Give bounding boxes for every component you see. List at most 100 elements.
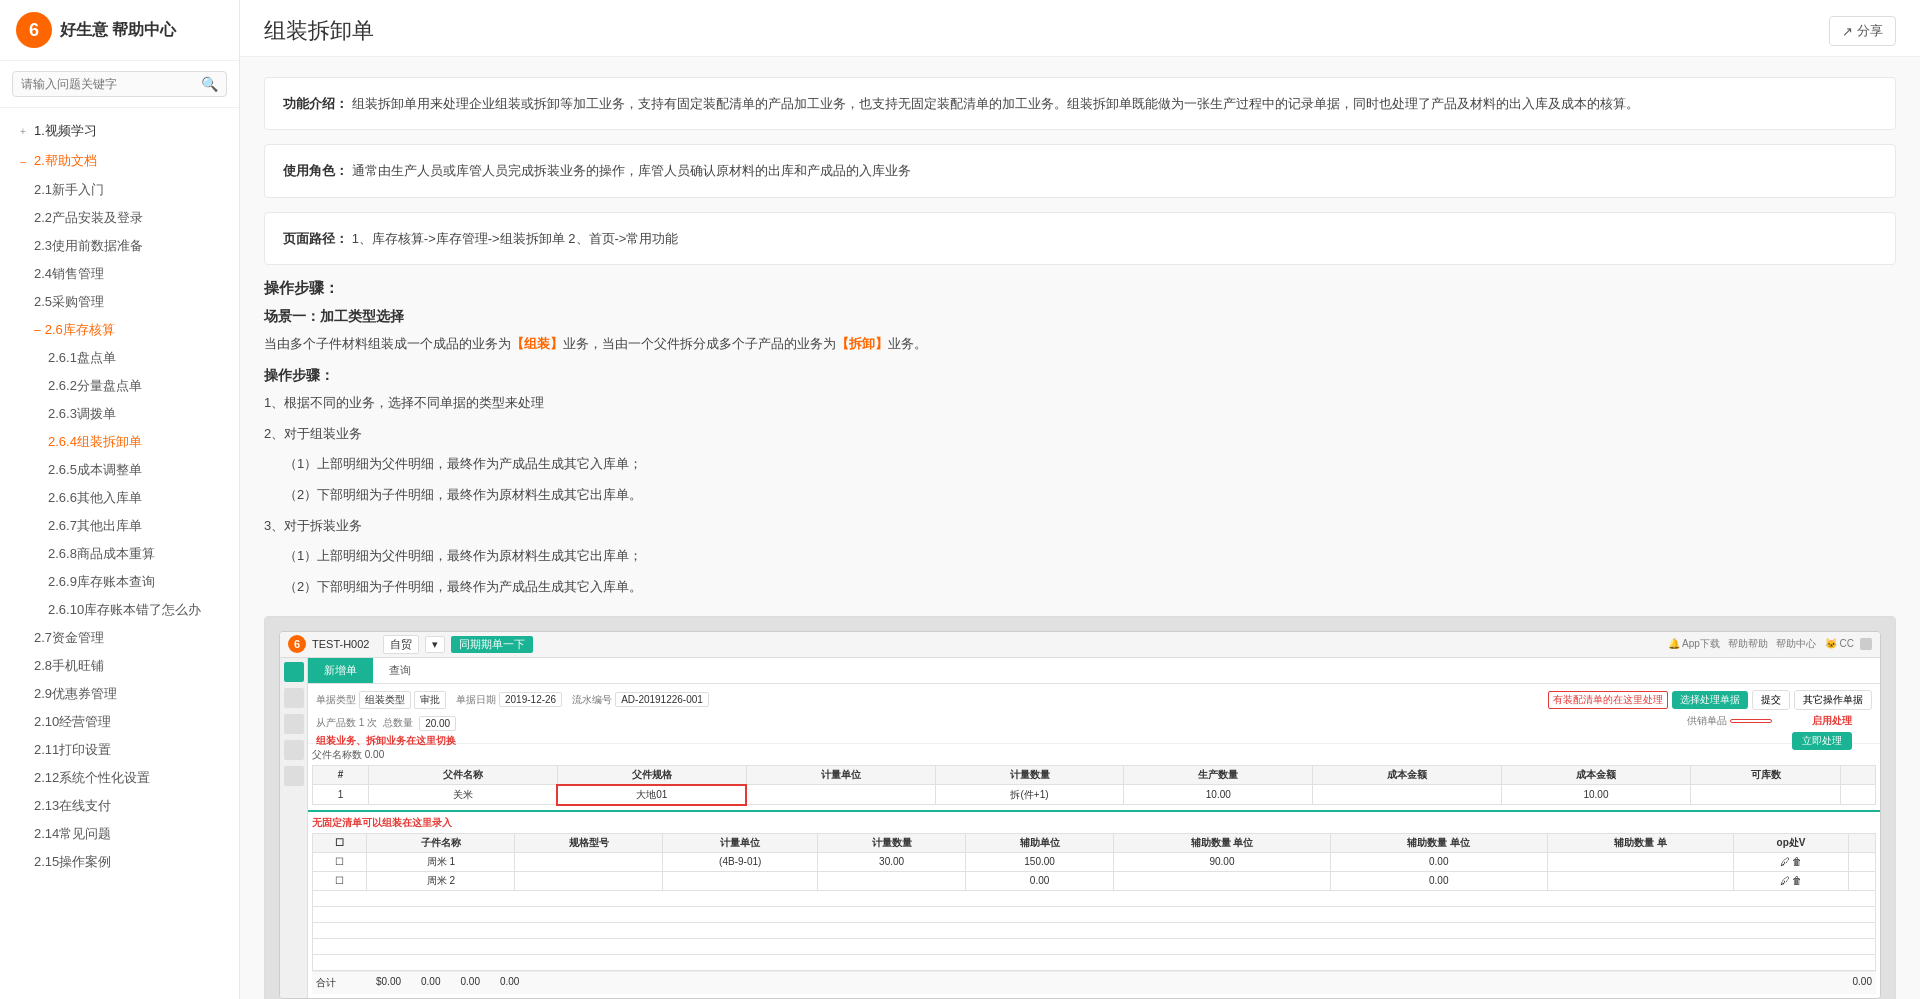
feature-intro-text: 组装拆卸单用来处理企业组装或拆卸等加工业务，支持有固定装配清单的产品加工业务，也… bbox=[352, 96, 1639, 111]
sidebar-item-operation[interactable]: 2.10经营管理 bbox=[0, 708, 239, 736]
nav-icon-1 bbox=[284, 662, 304, 682]
sidebar-item-print[interactable]: 2.11打印设置 bbox=[0, 736, 239, 764]
sidebar-item-stock-query[interactable]: 2.6.9库存账本查询 bbox=[0, 568, 239, 596]
child-row-5 bbox=[313, 922, 1876, 938]
btn-select-order[interactable]: 选择处理单据 bbox=[1672, 691, 1748, 709]
sidebar-item-cases[interactable]: 2.15操作案例 bbox=[0, 848, 239, 876]
td-c2-qty4 bbox=[1547, 871, 1734, 890]
td-empty-4 bbox=[313, 906, 1876, 922]
sidebar-item-partial-stocktake[interactable]: 2.6.2分量盘点单 bbox=[0, 372, 239, 400]
search-input[interactable] bbox=[21, 77, 201, 91]
td-c2-unit1 bbox=[663, 871, 818, 890]
arrow-icon-2: – bbox=[16, 154, 30, 168]
warehouse-area: 供销单品 bbox=[1687, 714, 1772, 728]
th-cost2: 成本金额 bbox=[1502, 765, 1691, 785]
td-c1-qty1: 30.00 bbox=[818, 852, 966, 871]
highlight-assembly: 【组装】 bbox=[511, 336, 563, 351]
total-val4: 0.00 bbox=[500, 976, 519, 990]
field-type: 单据类型 组装类型 审批 bbox=[316, 691, 446, 709]
feature-intro-label: 功能介绍： bbox=[283, 96, 348, 111]
sidebar-item-newbie[interactable]: 2.1新手入门 bbox=[0, 176, 239, 204]
child-row-7 bbox=[313, 954, 1876, 970]
child-table: ☐ 子件名称 规格型号 计量单位 计量数量 辅助单位 辅助数量 单位 辅助数量 … bbox=[312, 833, 1876, 971]
share-label: 分享 bbox=[1857, 22, 1883, 40]
sidebar-item-finance[interactable]: 2.7资金管理 bbox=[0, 624, 239, 652]
td-cost1 bbox=[1313, 785, 1502, 805]
sidebar-item-payment[interactable]: 2.13在线支付 bbox=[0, 792, 239, 820]
tab-query[interactable]: 查询 bbox=[373, 658, 427, 683]
sidebar-item-helpdoc[interactable]: – 2.帮助文档 bbox=[0, 146, 239, 176]
share-button[interactable]: ↗ 分享 bbox=[1829, 16, 1896, 46]
th-unit: 计量单位 bbox=[746, 765, 935, 785]
td-c1-unit2: 150.00 bbox=[966, 852, 1114, 871]
feature-intro-block: 功能介绍： 组装拆卸单用来处理企业组装或拆卸等加工业务，支持有固定装配清单的产品… bbox=[264, 77, 1896, 130]
num-label: 流水编号 bbox=[572, 693, 612, 707]
sidebar-label-helpdoc: 2.帮助文档 bbox=[34, 152, 97, 170]
sidebar-item-cost-recalc[interactable]: 2.6.8商品成本重算 bbox=[0, 540, 239, 568]
th-qty1: 计量数量 bbox=[935, 765, 1124, 785]
btn-submit[interactable]: 提交 bbox=[1752, 690, 1790, 710]
td-c1-check: ☐ bbox=[313, 852, 367, 871]
scene1-desc: 当由多个子件材料组装成一个成品的业务为【组装】业务，当由一个父件拆分成多个子产品… bbox=[264, 332, 1896, 357]
btn-approve[interactable]: 立即处理 bbox=[1792, 732, 1852, 750]
sidebar-item-sales[interactable]: 2.4销售管理 bbox=[0, 260, 239, 288]
sidebar-item-assembly[interactable]: 2.6.4组装拆卸单 bbox=[0, 428, 239, 456]
th-c-qty1: 计量数量 bbox=[818, 833, 966, 852]
step3-2: （2）下部明细为子件明细，最终作为产成品生成其它入库单。 bbox=[264, 575, 1896, 600]
th-c-name: 子件名称 bbox=[367, 833, 515, 852]
date-label: 单据日期 bbox=[456, 693, 496, 707]
td-c1-qty4 bbox=[1547, 852, 1734, 871]
role-block: 使用角色： 通常由生产人员或库管人员完成拆装业务的操作，库管人员确认原材料的出库… bbox=[264, 144, 1896, 197]
close-icon[interactable] bbox=[1860, 638, 1872, 650]
search-icon[interactable]: 🔍 bbox=[201, 76, 218, 92]
sidebar-item-stocktake[interactable]: 2.6.1盘点单 bbox=[0, 344, 239, 372]
td-c1-name: 周米 1 bbox=[367, 852, 515, 871]
sidebar-label-install: 2.2产品安装及登录 bbox=[34, 210, 143, 225]
child-row-3 bbox=[313, 890, 1876, 906]
sidebar-item-cost-adjust[interactable]: 2.6.5成本调整单 bbox=[0, 456, 239, 484]
sidebar-item-transfer[interactable]: 2.6.3调拨单 bbox=[0, 400, 239, 428]
annotation-no-bom: 无固定清单可以组装在这里录入 bbox=[312, 816, 1876, 830]
path-label: 页面路径： bbox=[283, 231, 348, 246]
sidebar-item-other-out[interactable]: 2.6.7其他出库单 bbox=[0, 512, 239, 540]
sidebar-label-newbie: 2.1新手入门 bbox=[34, 182, 104, 197]
td-action bbox=[1841, 785, 1876, 805]
td-empty-5 bbox=[313, 922, 1876, 938]
th-spec: 父件规格 bbox=[557, 765, 746, 785]
sidebar-item-settings[interactable]: 2.12系统个性化设置 bbox=[0, 764, 239, 792]
child-row-6 bbox=[313, 938, 1876, 954]
th-cost1: 成本金额 bbox=[1313, 765, 1502, 785]
sidebar-item-prepare[interactable]: 2.3使用前数据准备 bbox=[0, 232, 239, 260]
td-c1-qty3: 0.00 bbox=[1330, 852, 1547, 871]
sidebar-item-mobile[interactable]: 2.8手机旺铺 bbox=[0, 652, 239, 680]
qty-value: 20.00 bbox=[419, 716, 456, 731]
sidebar-item-other-in[interactable]: 2.6.6其他入库单 bbox=[0, 484, 239, 512]
td-c2-qty2 bbox=[1114, 871, 1331, 890]
td-qty1: 拆(件+1) bbox=[935, 785, 1124, 805]
sidebar-item-purchase[interactable]: 2.5采购管理 bbox=[0, 288, 239, 316]
sidebar-item-install[interactable]: 2.2产品安装及登录 bbox=[0, 204, 239, 232]
sidebar-item-faq[interactable]: 2.14常见问题 bbox=[0, 820, 239, 848]
total-val1: $0.00 bbox=[376, 976, 401, 990]
sidebar: 6 好生意 帮助中心 🔍 + 1.视频学习 – 2.帮助文档 2.1新手入门 2… bbox=[0, 0, 240, 999]
th-c-spec: 规格型号 bbox=[515, 833, 663, 852]
td-name: 关米 bbox=[369, 785, 558, 805]
window-dropdown: ▾ bbox=[425, 636, 445, 653]
th-c-op: op处V bbox=[1734, 833, 1848, 852]
num-value: AD-20191226-001 bbox=[615, 692, 709, 707]
screenshot-inner: 6 TEST-H002 自贸 ▾ 同期期单一下 🔔 App下载 帮助帮助 帮助中… bbox=[265, 617, 1895, 999]
tab-new-order[interactable]: 新增单 bbox=[308, 658, 373, 683]
sidebar-item-stock-fix[interactable]: 2.6.10库存账本错了怎么办 bbox=[0, 596, 239, 624]
sidebar-label-video: 1.视频学习 bbox=[34, 122, 97, 140]
sidebar-item-inventory[interactable]: – 2.6库存核算 bbox=[0, 316, 239, 344]
sidebar-item-video[interactable]: + 1.视频学习 bbox=[0, 116, 239, 146]
type-value2: 审批 bbox=[414, 691, 446, 709]
btn-other[interactable]: 其它操作单据 bbox=[1794, 690, 1872, 710]
th-stock: 可库数 bbox=[1690, 765, 1840, 785]
sidebar-item-coupon[interactable]: 2.9优惠券管理 bbox=[0, 680, 239, 708]
role-text: 通常由生产人员或库管人员完成拆装业务的操作，库管人员确认原材料的出库和产成品的入… bbox=[352, 163, 911, 178]
td-empty-3 bbox=[313, 890, 1876, 906]
sidebar-label-inventory: 2.6库存核算 bbox=[45, 321, 115, 339]
child-table-header-row: ☐ 子件名称 规格型号 计量单位 计量数量 辅助单位 辅助数量 单位 辅助数量 … bbox=[313, 833, 1876, 852]
td-c2-op2 bbox=[1848, 871, 1875, 890]
